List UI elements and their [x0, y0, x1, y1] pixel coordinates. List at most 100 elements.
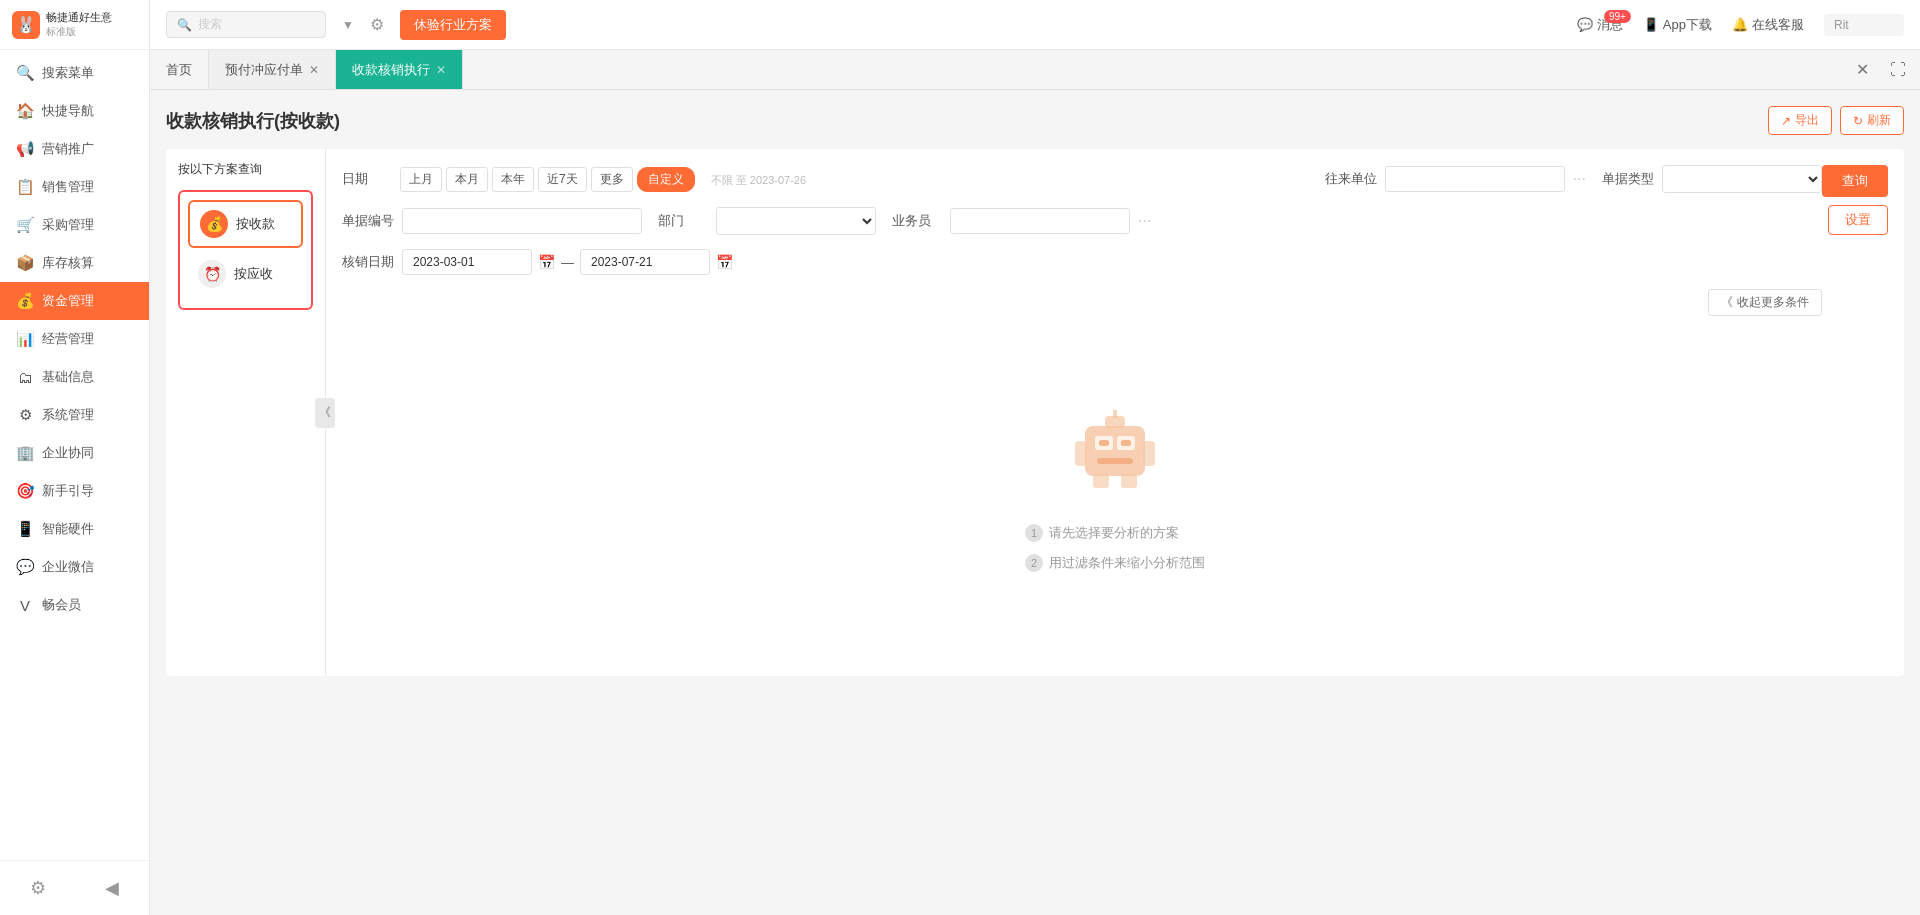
svg-rect-3: [1099, 440, 1109, 446]
svg-rect-4: [1121, 440, 1131, 446]
receipt-icon: 💰: [200, 210, 228, 238]
footer-collapse-btn[interactable]: ◀: [93, 869, 131, 907]
date-btn-more[interactable]: 更多: [591, 167, 633, 192]
export-label: 导出: [1795, 112, 1819, 129]
partner-input[interactable]: [1385, 166, 1565, 192]
right-panel: 日期 上月 本月 本年 近7天 更多 自定义: [326, 149, 1904, 676]
solution-button[interactable]: 休验行业方案: [400, 10, 506, 40]
sidebar-item-wechat[interactable]: 💬 企业微信: [0, 548, 149, 586]
topbar-gear-icon[interactable]: ⚙: [370, 15, 384, 34]
tab-maximize-btn[interactable]: ⛶: [1884, 56, 1912, 84]
date-btn-last-month[interactable]: 上月: [400, 167, 442, 192]
tab-receipt-close[interactable]: ✕: [436, 63, 446, 77]
tab-receipt-writeoff[interactable]: 收款核销执行 ✕: [336, 50, 463, 89]
more-conditions-btn[interactable]: 《 收起更多条件: [1708, 289, 1822, 316]
query-option-receivable[interactable]: ⏰ 按应收: [188, 252, 303, 296]
date-separator: —: [561, 255, 574, 270]
guide-label: 新手引导: [42, 482, 94, 500]
settings-button[interactable]: 设置: [1828, 205, 1888, 235]
staff-more-icon[interactable]: ···: [1138, 212, 1151, 230]
export-button[interactable]: ↗ 导出: [1768, 106, 1832, 135]
basic-info-label: 基础信息: [42, 368, 94, 386]
topbar-app-btn[interactable]: 📱 App下载: [1643, 16, 1712, 34]
date-btn-custom[interactable]: 自定义: [637, 167, 695, 192]
sidebar-item-search[interactable]: 🔍 搜索菜单: [0, 54, 149, 92]
partner-more-icon[interactable]: ···: [1573, 170, 1586, 188]
sidebar-item-guide[interactable]: 🎯 新手引导: [0, 472, 149, 510]
tab-prepay-close[interactable]: ✕: [309, 63, 319, 77]
sidebar-item-system[interactable]: ⚙ 系统管理: [0, 396, 149, 434]
sidebar-item-marketing[interactable]: 📢 营销推广: [0, 130, 149, 168]
date-btn-this-year[interactable]: 本年: [492, 167, 534, 192]
sidebar-item-member[interactable]: V 畅会员: [0, 586, 149, 624]
marketing-label: 营销推广: [42, 140, 94, 158]
sidebar-item-operations[interactable]: 📊 经营管理: [0, 320, 149, 358]
tab-home[interactable]: 首页: [150, 50, 209, 89]
empty-illustration: [1055, 396, 1175, 496]
sidebar-item-inventory[interactable]: 📦 库存核算: [0, 244, 149, 282]
sidebar-item-sales[interactable]: 📋 销售管理: [0, 168, 149, 206]
topbar-msg-btn[interactable]: 💬 消息 99+: [1577, 16, 1623, 34]
sidebar-item-quick-nav[interactable]: 🏠 快捷导航: [0, 92, 149, 130]
filter-doc-type: 单据类型: [1602, 165, 1822, 193]
filter-dept: 部门: [658, 207, 876, 235]
enterprise-label: 企业协同: [42, 444, 94, 462]
footer-settings-btn[interactable]: ⚙: [18, 869, 58, 907]
step-1-num: 1: [1025, 524, 1043, 542]
member-icon: V: [16, 596, 34, 614]
finance-label: 资金管理: [42, 292, 94, 310]
doc-type-select[interactable]: [1662, 165, 1822, 193]
topbar-service-btn[interactable]: 🔔 在线客服: [1732, 16, 1804, 34]
query-button[interactable]: 查询: [1822, 165, 1888, 197]
topbar-user[interactable]: Rit: [1824, 14, 1904, 36]
marketing-icon: 📢: [16, 140, 34, 158]
refresh-button[interactable]: ↻ 刷新: [1840, 106, 1904, 135]
service-icon: 🔔: [1732, 17, 1748, 32]
operations-label: 经营管理: [42, 330, 94, 348]
doc-no-label: 单据编号: [342, 212, 394, 230]
filter-row-2: 单据编号 部门 业务员: [342, 207, 1822, 235]
date-btn-7days[interactable]: 近7天: [538, 167, 587, 192]
query-option-receipt[interactable]: 💰 按收款: [188, 200, 303, 248]
staff-input[interactable]: [950, 208, 1130, 234]
dept-select[interactable]: [716, 207, 876, 235]
doc-no-input[interactable]: [402, 208, 642, 234]
sidebar-item-purchase[interactable]: 🛒 采购管理: [0, 206, 149, 244]
writeoff-start-cal-icon[interactable]: 📅: [538, 254, 555, 270]
page-actions: ↗ 导出 ↻ 刷新: [1768, 106, 1904, 135]
filter-actions: 查询 设置: [1822, 165, 1888, 235]
tab-close-all-btn[interactable]: ✕: [1848, 56, 1876, 84]
topbar-dropdown-arrow[interactable]: ▼: [342, 18, 354, 32]
sidebar-item-basic-info[interactable]: 🗂 基础信息: [0, 358, 149, 396]
filter-date: 日期 上月 本月 本年 近7天 更多 自定义: [342, 167, 806, 192]
writeoff-end-cal-icon[interactable]: 📅: [716, 254, 733, 270]
main-area: 🔍 搜索 ▼ ⚙ 休验行业方案 💬 消息 99+ 📱 App下载 🔔 在线客服 …: [150, 0, 1920, 915]
writeoff-start-input[interactable]: [402, 249, 532, 275]
sidebar-item-hardware[interactable]: 📱 智能硬件: [0, 510, 149, 548]
tabbar: 首页 预付冲应付单 ✕ 收款核销执行 ✕ ✕ ⛶: [150, 50, 1920, 90]
date-hint: 不限 至 2023-07-26: [711, 173, 806, 188]
tab-prepay[interactable]: 预付冲应付单 ✕: [209, 50, 336, 89]
sidebar-item-finance[interactable]: 💰 资金管理: [0, 282, 149, 320]
sidebar-nav: 🔍 搜索菜单 🏠 快捷导航 📢 营销推广 📋 销售管理 🛒 采购管理 📦 库存核…: [0, 50, 149, 860]
date-buttons: 上月 本月 本年 近7天 更多 自定义: [400, 167, 695, 192]
sidebar-item-enterprise[interactable]: 🏢 企业协同: [0, 434, 149, 472]
left-panel: 按以下方案查询 💰 按收款 ⏰ 按应收 《: [166, 149, 326, 676]
topbar-search[interactable]: 🔍 搜索: [166, 11, 326, 38]
filter-staff: 业务员 ···: [892, 208, 1151, 234]
empty-hint-1: 请先选择要分析的方案: [1049, 520, 1179, 546]
enterprise-icon: 🏢: [16, 444, 34, 462]
system-label: 系统管理: [42, 406, 94, 424]
filter-writeoff-date: 核销日期 📅 — 📅: [342, 249, 733, 275]
purchase-icon: 🛒: [16, 216, 34, 234]
hardware-label: 智能硬件: [42, 520, 94, 538]
writeoff-end-input[interactable]: [580, 249, 710, 275]
date-btn-this-month[interactable]: 本月: [446, 167, 488, 192]
msg-badge: 99+: [1604, 10, 1631, 23]
member-label: 畅会员: [42, 596, 81, 614]
refresh-label: 刷新: [1867, 112, 1891, 129]
empty-state: 1 请先选择要分析的方案 2 用过滤条件来缩小分析范围: [342, 316, 1888, 660]
svg-rect-7: [1113, 410, 1117, 418]
panel-toggle-btn[interactable]: 《: [315, 398, 335, 428]
filter-partner: 往来单位 ···: [1325, 166, 1586, 192]
